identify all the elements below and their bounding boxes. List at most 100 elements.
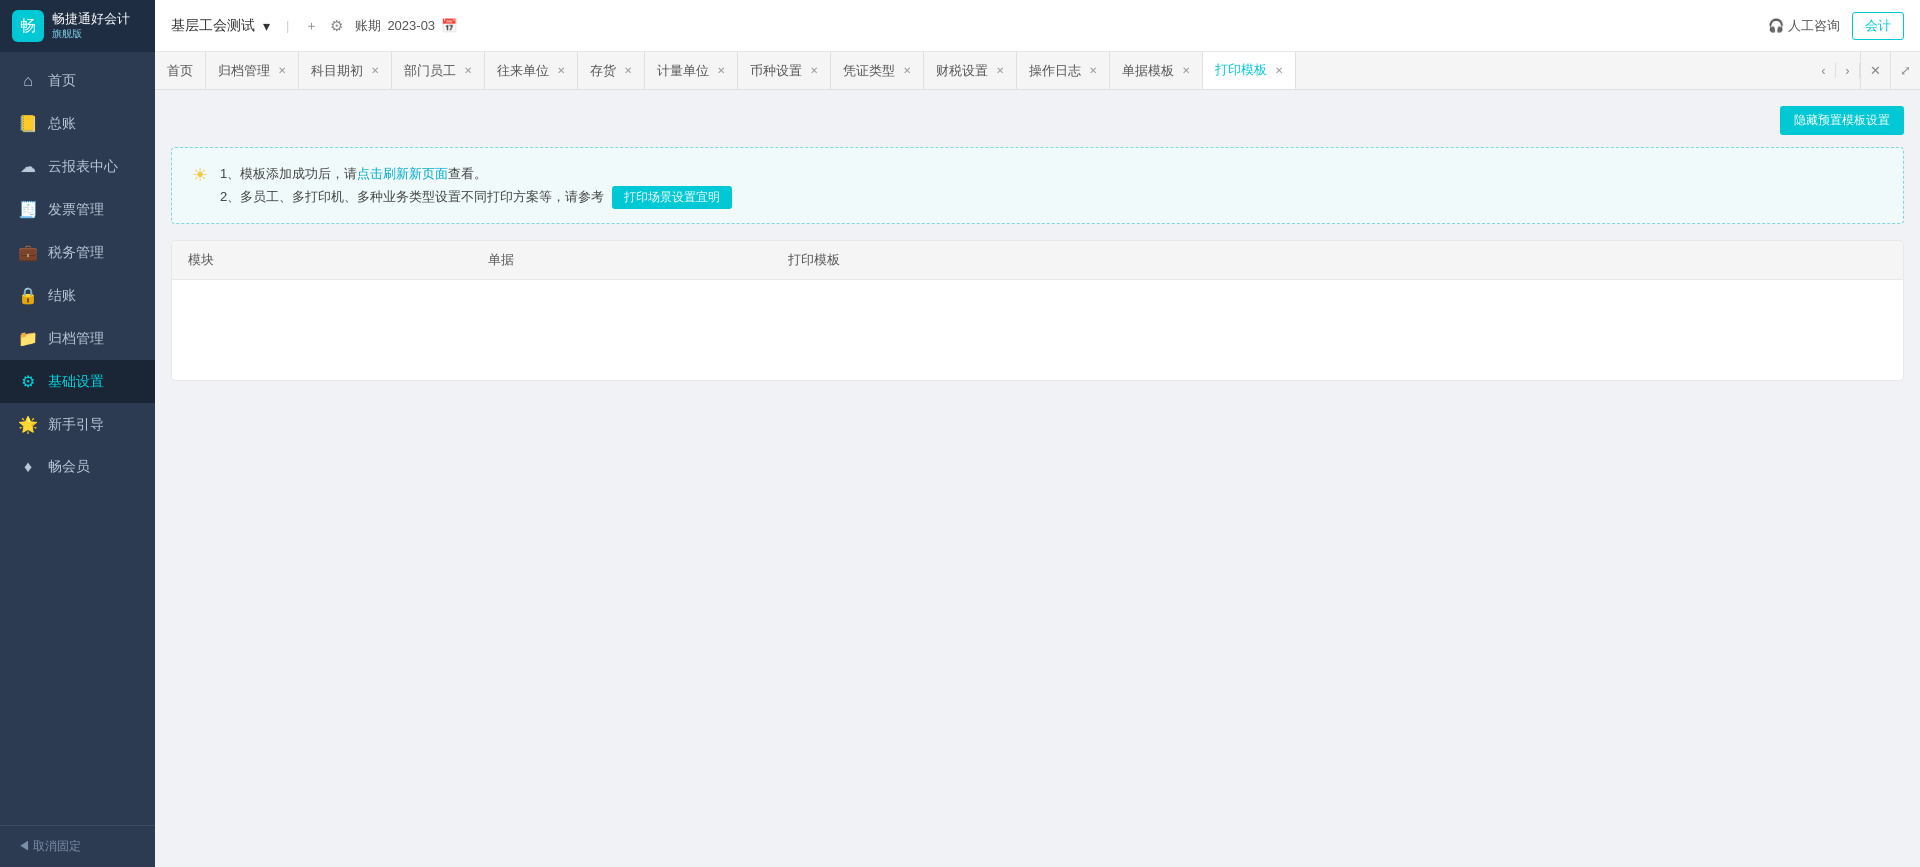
- topbar-actions: ＋ ⚙: [305, 17, 343, 35]
- nav-label-invoice: 发票管理: [48, 201, 104, 219]
- topbar-right: 🎧 人工咨询 会计: [1768, 12, 1904, 40]
- tab-currency[interactable]: 币种设置✕: [738, 52, 831, 89]
- sidebar-item-basic[interactable]: ⚙ 基础设置: [0, 360, 155, 403]
- tab-label-print_template: 打印模板: [1215, 61, 1267, 79]
- print-template-table: 模块 单据 打印模板: [171, 240, 1904, 381]
- tab-close-currency[interactable]: ✕: [810, 65, 818, 76]
- sidebar-item-guide[interactable]: 🌟新手引导: [0, 403, 155, 446]
- sidebar-item-member[interactable]: ♦ 畅会员: [0, 446, 155, 488]
- service-label: 人工咨询: [1788, 17, 1840, 35]
- nav-icon-reports: ☁: [18, 157, 38, 176]
- table-header: 模块 单据 打印模板: [172, 241, 1903, 280]
- tab-subject[interactable]: 科目期初 ✕: [299, 52, 392, 89]
- tab-inventory[interactable]: 存货✕: [578, 52, 645, 89]
- tab-label-operation_log: 操作日志: [1029, 62, 1081, 80]
- sidebar-item-archive[interactable]: 📁 归档管理: [0, 317, 155, 360]
- tab-department[interactable]: 部门员工✕: [392, 52, 485, 89]
- sidebar-item-home[interactable]: ⌂ 首页: [0, 60, 155, 102]
- tab-voucher_type[interactable]: 凭证类型 ✕: [831, 52, 924, 89]
- tab-operation_log[interactable]: 操作日志 ✕: [1017, 52, 1110, 89]
- sidebar-item-tax[interactable]: 💼 税务管理: [0, 231, 155, 274]
- nav-icon-archive: 📁: [18, 329, 38, 348]
- info-line-2: 2、多员工、多打印机、多种业务类型设置不同打印方案等，请参考 打印场景设置宜明: [220, 185, 1883, 209]
- headset-icon: 🎧: [1768, 18, 1784, 33]
- nav-icon-ledger: 📒: [18, 114, 38, 133]
- sidebar: 畅 畅捷通好会计 旗舰版 ⌂ 首页 📒 总账 ☁ 云报表中心 🧾发票管理 💼 税务管理 🔒结账 📁 归…: [0, 0, 155, 867]
- company-selector[interactable]: 基层工会测试 ▾: [171, 17, 270, 35]
- settings-icon[interactable]: ⚙: [330, 17, 343, 35]
- period-value: 2023-03: [387, 18, 435, 33]
- add-icon[interactable]: ＋: [305, 17, 318, 35]
- tab-close-print_template[interactable]: ✕: [1275, 65, 1283, 76]
- nav-label-home: 首页: [48, 72, 76, 90]
- nav-label-closing: 结账: [48, 287, 76, 305]
- sidebar-unpin[interactable]: ◀ 取消固定: [0, 825, 155, 867]
- tab-close-department[interactable]: ✕: [464, 65, 472, 76]
- tab-single_template[interactable]: 单据模板 ✕: [1110, 52, 1203, 89]
- service-button[interactable]: 🎧 人工咨询: [1768, 17, 1840, 35]
- tab-tax_settings[interactable]: 财税设置✕: [924, 52, 1017, 89]
- app-version: 旗舰版: [52, 27, 130, 41]
- tab-unit[interactable]: 计量单位 ✕: [645, 52, 738, 89]
- col-print-template: 打印模板: [772, 241, 1903, 279]
- nav-label-ledger: 总账: [48, 115, 76, 133]
- table-body: [172, 280, 1903, 380]
- tab-label-voucher_type: 凭证类型: [843, 62, 895, 80]
- calendar-icon: 📅: [441, 18, 457, 33]
- nav-icon-member: ♦: [18, 458, 38, 476]
- tab-print_template[interactable]: 打印模板 ✕: [1203, 52, 1296, 90]
- sidebar-item-ledger[interactable]: 📒 总账: [0, 102, 155, 145]
- tab-label-contact: 往来单位: [497, 62, 549, 80]
- nav-label-tax: 税务管理: [48, 244, 104, 262]
- nav-label-reports: 云报表中心: [48, 158, 118, 176]
- bulb-icon: ☀: [192, 164, 208, 186]
- tab-close-single_template[interactable]: ✕: [1182, 65, 1190, 76]
- app-logo: 畅 畅捷通好会计 旗舰版: [0, 0, 155, 52]
- col-module: 模块: [172, 241, 472, 279]
- tab-close-inventory[interactable]: ✕: [624, 65, 632, 76]
- period-selector[interactable]: 账期 2023-03 📅: [355, 17, 457, 35]
- tab-actions: ‹ › ✕ ⤢: [1812, 52, 1920, 89]
- sidebar-item-closing[interactable]: 🔒结账: [0, 274, 155, 317]
- tab-prev-btn[interactable]: ‹: [1812, 63, 1836, 78]
- info-line2-prefix: 2、多员工、多打印机、多种业务类型设置不同打印方案等，请参考: [220, 189, 604, 204]
- tab-close-subject[interactable]: ✕: [371, 65, 379, 76]
- info-line1-suffix: 查看。: [448, 166, 487, 181]
- tab-close-voucher_type[interactable]: ✕: [903, 65, 911, 76]
- tab-close-tax_settings[interactable]: ✕: [996, 65, 1004, 76]
- account-button[interactable]: 会计: [1852, 12, 1904, 40]
- topbar-divider: |: [286, 18, 289, 33]
- hide-template-button[interactable]: 隐藏预置模板设置: [1780, 106, 1904, 135]
- tab-close-btn[interactable]: ✕: [1860, 52, 1890, 90]
- tab-close-contact[interactable]: ✕: [557, 65, 565, 76]
- print-scene-button[interactable]: 打印场景设置宜明: [612, 186, 732, 209]
- nav-icon-guide: 🌟: [18, 415, 38, 434]
- nav-icon-basic: ⚙: [18, 372, 38, 391]
- tab-label-single_template: 单据模板: [1122, 62, 1174, 80]
- tabbar: 首页归档管理✕科目期初✕部门员工✕往来单位✕存货✕计量单位✕币种设置✕凭证类型✕…: [155, 52, 1920, 90]
- tab-close-operation_log[interactable]: ✕: [1089, 65, 1097, 76]
- sidebar-item-invoice[interactable]: 🧾发票管理: [0, 188, 155, 231]
- nav-label-basic: 基础设置: [48, 373, 104, 391]
- tab-archive[interactable]: 归档管理✕: [206, 52, 299, 89]
- tab-close-archive[interactable]: ✕: [278, 65, 286, 76]
- tab-label-subject: 科目期初: [311, 62, 363, 80]
- chevron-down-icon: ▾: [263, 18, 270, 34]
- tab-next-btn[interactable]: ›: [1836, 63, 1860, 78]
- content-area: 隐藏预置模板设置 ☀ 1、模板添加成功后，请点击刷新新页面查看。 2、多员工、多…: [155, 90, 1920, 867]
- nav-label-archive: 归档管理: [48, 330, 104, 348]
- info-line-1: 1、模板添加成功后，请点击刷新新页面查看。: [220, 162, 1883, 185]
- nav-label-member: 畅会员: [48, 458, 90, 476]
- sidebar-item-reports[interactable]: ☁ 云报表中心: [0, 145, 155, 188]
- nav-icon-home: ⌂: [18, 72, 38, 90]
- tab-expand-btn[interactable]: ⤢: [1890, 52, 1920, 90]
- tab-label-unit: 计量单位: [657, 62, 709, 80]
- info-content: 1、模板添加成功后，请点击刷新新页面查看。 2、多员工、多打印机、多种业务类型设…: [220, 162, 1883, 209]
- refresh-link[interactable]: 点击刷新新页面: [357, 166, 448, 181]
- tab-close-unit[interactable]: ✕: [717, 65, 725, 76]
- tab-home[interactable]: 首页: [155, 52, 206, 89]
- tab-contact[interactable]: 往来单位 ✕: [485, 52, 578, 89]
- period-label: 账期: [355, 17, 381, 35]
- info-line1-prefix: 1、模板添加成功后，请: [220, 166, 357, 181]
- nav-icon-tax: 💼: [18, 243, 38, 262]
